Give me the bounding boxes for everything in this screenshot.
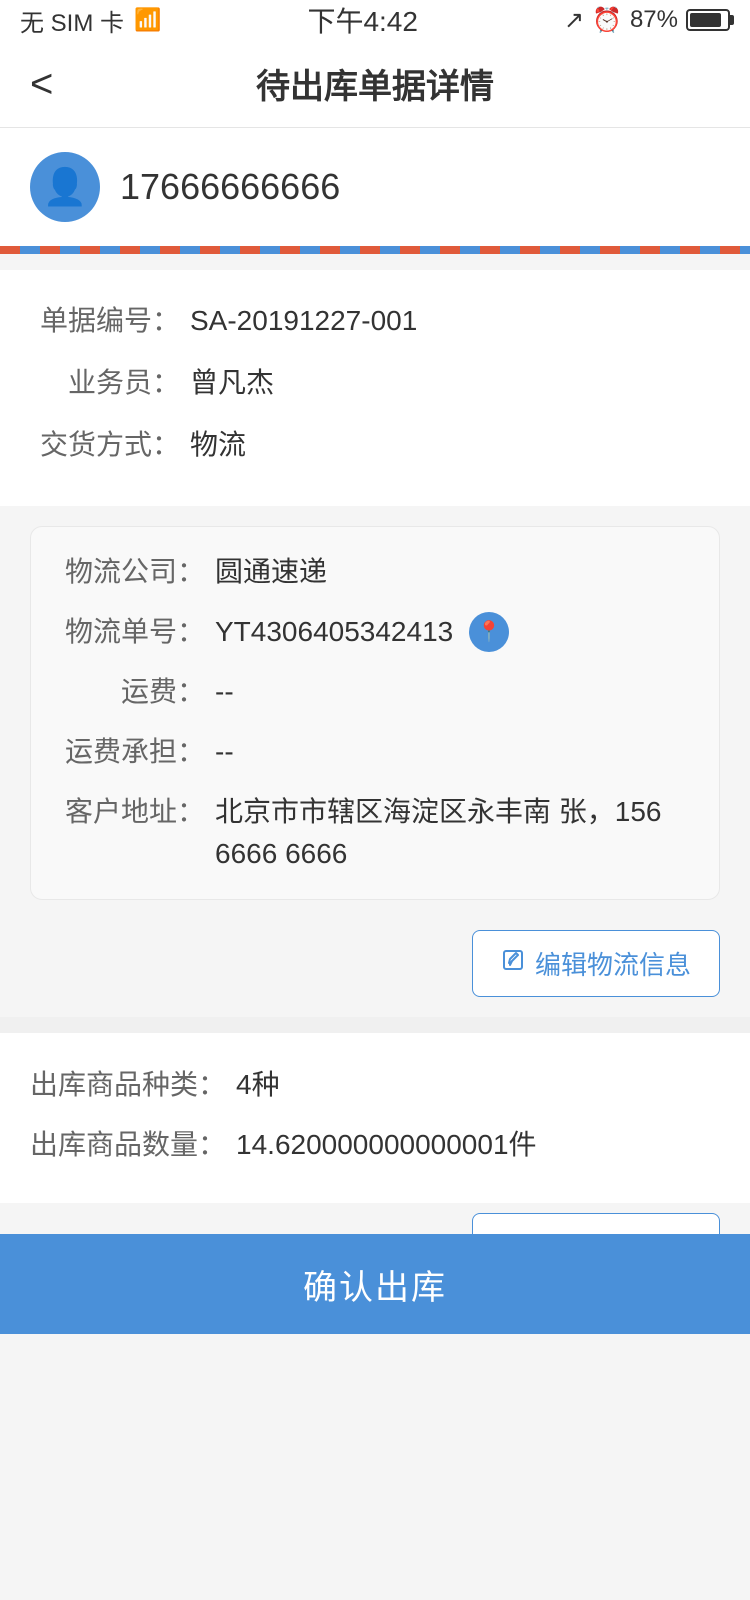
battery-icon: [686, 9, 730, 31]
edit-logistics-button[interactable]: 编辑物流信息: [472, 930, 720, 997]
address-label: 客户地址：: [55, 791, 205, 833]
edit-logistics-label: 编辑物流信息: [535, 945, 691, 982]
order-number-row: 单据编号： SA-20191227-001: [30, 300, 720, 342]
back-button[interactable]: <: [30, 64, 53, 104]
freight-label: 运费：: [55, 671, 205, 713]
wifi-icon: 📶: [134, 7, 161, 33]
edit-icon: [501, 948, 525, 979]
status-right: ↗ ⏰ 87%: [564, 6, 730, 35]
carrier-text: 无 SIM 卡: [20, 3, 124, 38]
salesperson-label: 业务员：: [30, 362, 180, 404]
confirm-label: 确认出库: [303, 1260, 447, 1309]
nav-bar: < 待出库单据详情: [0, 40, 750, 128]
salesperson-value: 曾凡杰: [190, 362, 720, 404]
logistics-company-value: 圆通速递: [215, 551, 695, 593]
goods-section: 出库商品种类： 4种 出库商品数量： 14.620000000000001件: [0, 1033, 750, 1203]
freight-row: 运费： --: [55, 671, 695, 713]
goods-quantity-row: 出库商品数量： 14.620000000000001件: [30, 1123, 720, 1163]
user-phone: 17666666666: [120, 166, 340, 208]
goods-quantity-label: 出库商品数量：: [30, 1123, 226, 1163]
freight-value: --: [215, 671, 695, 713]
alarm-icon: ⏰: [592, 6, 622, 35]
logistics-number-label: 物流单号：: [55, 611, 205, 653]
salesperson-row: 业务员： 曾凡杰: [30, 362, 720, 404]
address-row: 客户地址： 北京市市辖区海淀区永丰南 张，156 6666 6666: [55, 791, 695, 875]
avatar: 👤: [30, 152, 100, 222]
battery-percent: 87%: [630, 6, 678, 34]
delivery-value: 物流: [190, 424, 720, 466]
location-indicator-icon: ↗: [564, 6, 584, 35]
section-divider: [0, 1017, 750, 1033]
status-time: 下午4:42: [307, 0, 418, 40]
logistics-company-row: 物流公司： 圆通速递: [55, 551, 695, 593]
logistics-number-row: 物流单号： YT4306405342413 📍: [55, 611, 695, 653]
logistics-number-value: YT4306405342413 📍: [215, 611, 695, 653]
dashed-divider: [0, 246, 750, 254]
status-bar: 无 SIM 卡 📶 下午4:42 ↗ ⏰ 87%: [0, 0, 750, 40]
logistics-company-label: 物流公司：: [55, 551, 205, 593]
goods-quantity-value: 14.620000000000001件: [236, 1123, 537, 1163]
order-number-label: 单据编号：: [30, 300, 180, 342]
order-info-section: 单据编号： SA-20191227-001 业务员： 曾凡杰 交货方式： 物流: [0, 270, 750, 506]
goods-types-row: 出库商品种类： 4种: [30, 1063, 720, 1103]
edit-logistics-container: 编辑物流信息: [0, 920, 750, 1017]
freight-bear-value: --: [215, 731, 695, 773]
delivery-method-row: 交货方式： 物流: [30, 424, 720, 466]
confirm-button[interactable]: 确认出库: [0, 1234, 750, 1334]
freight-bear-row: 运费承担： --: [55, 731, 695, 773]
avatar-icon: 👤: [43, 166, 88, 208]
page-title: 待出库单据详情: [256, 59, 494, 108]
user-section: 👤 17666666666: [0, 128, 750, 246]
goods-types-label: 出库商品种类：: [30, 1063, 226, 1103]
goods-types-value: 4种: [236, 1063, 280, 1103]
address-value: 北京市市辖区海淀区永丰南 张，156 6666 6666: [215, 791, 695, 875]
freight-bear-label: 运费承担：: [55, 731, 205, 773]
logistics-card: 物流公司： 圆通速递 物流单号： YT4306405342413 📍 运费： -…: [30, 526, 720, 900]
status-left: 无 SIM 卡 📶: [20, 3, 161, 38]
delivery-label: 交货方式：: [30, 424, 180, 466]
tracking-location-icon[interactable]: 📍: [469, 612, 509, 652]
order-number-value: SA-20191227-001: [190, 300, 720, 342]
